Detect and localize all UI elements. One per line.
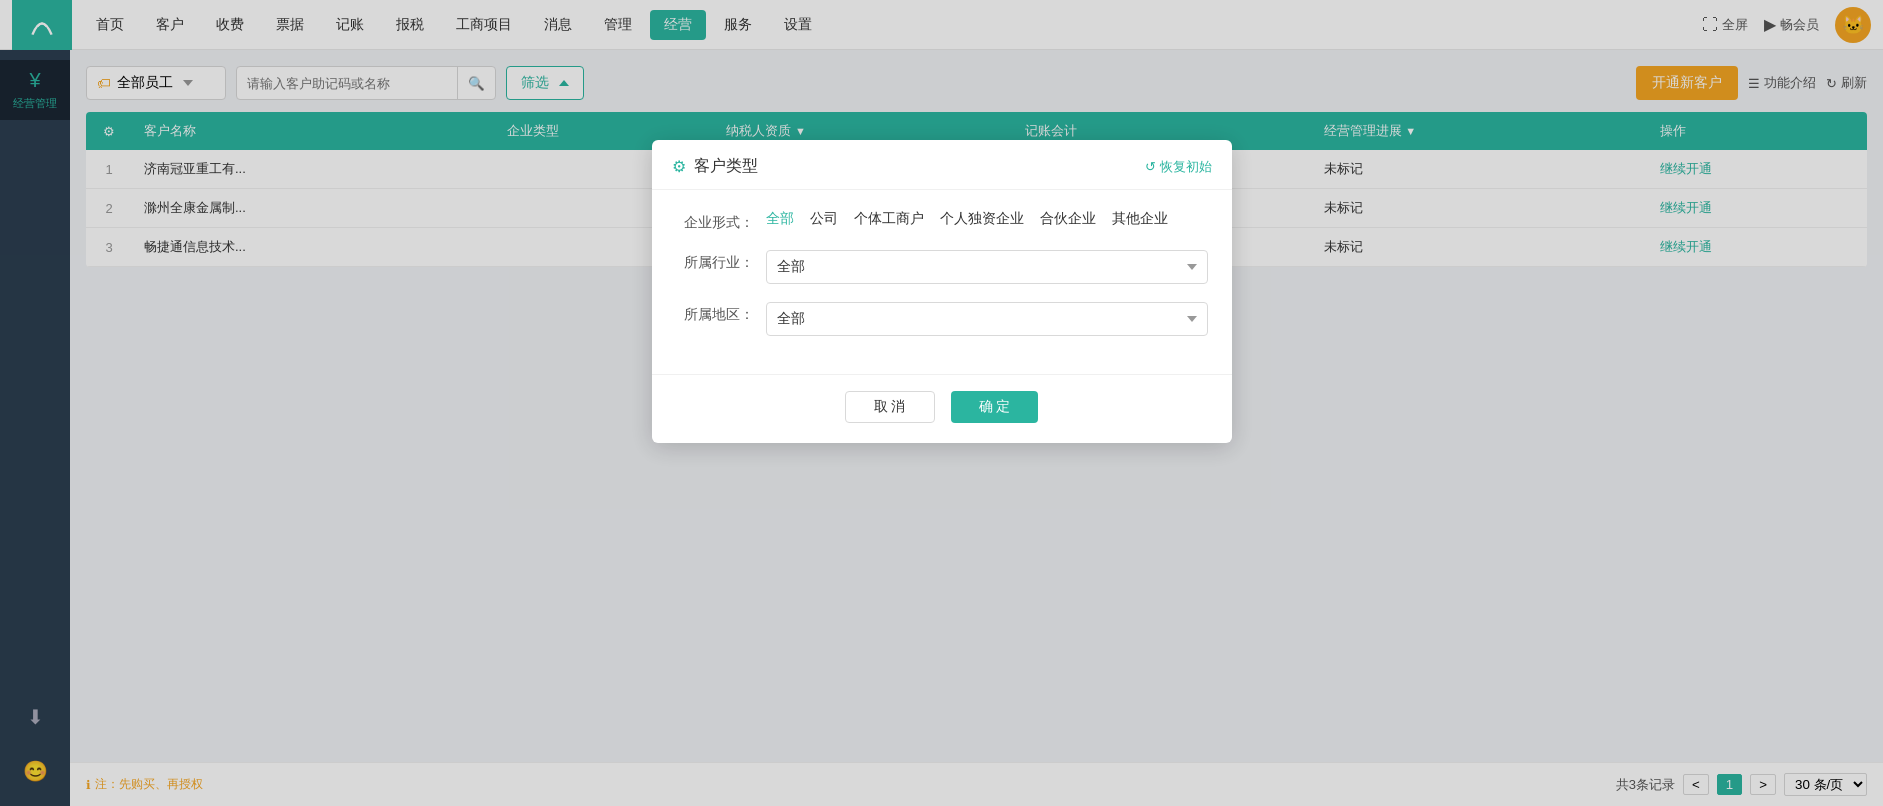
enterprise-form-row: 企业形式： 全部 公司 个体工商户 个人独资企业 合伙企业 其他企业 <box>676 210 1208 232</box>
region-chevron-icon <box>1187 316 1197 322</box>
option-individual[interactable]: 个体工商户 <box>854 210 924 228</box>
restore-icon: ↺ <box>1145 159 1156 174</box>
region-label: 所属地区： <box>676 302 766 324</box>
option-all[interactable]: 全部 <box>766 210 794 228</box>
option-company[interactable]: 公司 <box>810 210 838 228</box>
enterprise-form-content: 全部 公司 个体工商户 个人独资企业 合伙企业 其他企业 <box>766 210 1208 228</box>
confirm-button[interactable]: 确 定 <box>951 391 1039 423</box>
modal-overlay: ⚙ 客户类型 ↺ 恢复初始 企业形式： 全部 公司 个体工商户 个人独资企业 合… <box>0 0 1883 806</box>
region-form-row: 所属地区： 全部 <box>676 302 1208 336</box>
industry-form-row: 所属行业： 全部 <box>676 250 1208 284</box>
modal-title: ⚙ 客户类型 <box>672 156 758 177</box>
option-sole[interactable]: 个人独资企业 <box>940 210 1024 228</box>
option-other[interactable]: 其他企业 <box>1112 210 1168 228</box>
modal-header: ⚙ 客户类型 ↺ 恢复初始 <box>652 140 1232 190</box>
filter-modal: ⚙ 客户类型 ↺ 恢复初始 企业形式： 全部 公司 个体工商户 个人独资企业 合… <box>652 140 1232 443</box>
region-select-container: 全部 <box>766 302 1208 336</box>
enterprise-form-label: 企业形式： <box>676 210 766 232</box>
filter-modal-icon: ⚙ <box>672 157 686 176</box>
industry-select-container: 全部 <box>766 250 1208 284</box>
modal-body: 企业形式： 全部 公司 个体工商户 个人独资企业 合伙企业 其他企业 所属行业： <box>652 190 1232 374</box>
industry-label: 所属行业： <box>676 250 766 272</box>
option-partnership[interactable]: 合伙企业 <box>1040 210 1096 228</box>
restore-defaults-btn[interactable]: ↺ 恢复初始 <box>1145 158 1212 176</box>
industry-select[interactable]: 全部 <box>766 250 1208 284</box>
modal-footer: 取 消 确 定 <box>652 374 1232 443</box>
region-select[interactable]: 全部 <box>766 302 1208 336</box>
enterprise-options: 全部 公司 个体工商户 个人独资企业 合伙企业 其他企业 <box>766 210 1208 228</box>
cancel-button[interactable]: 取 消 <box>845 391 935 423</box>
industry-chevron-icon <box>1187 264 1197 270</box>
